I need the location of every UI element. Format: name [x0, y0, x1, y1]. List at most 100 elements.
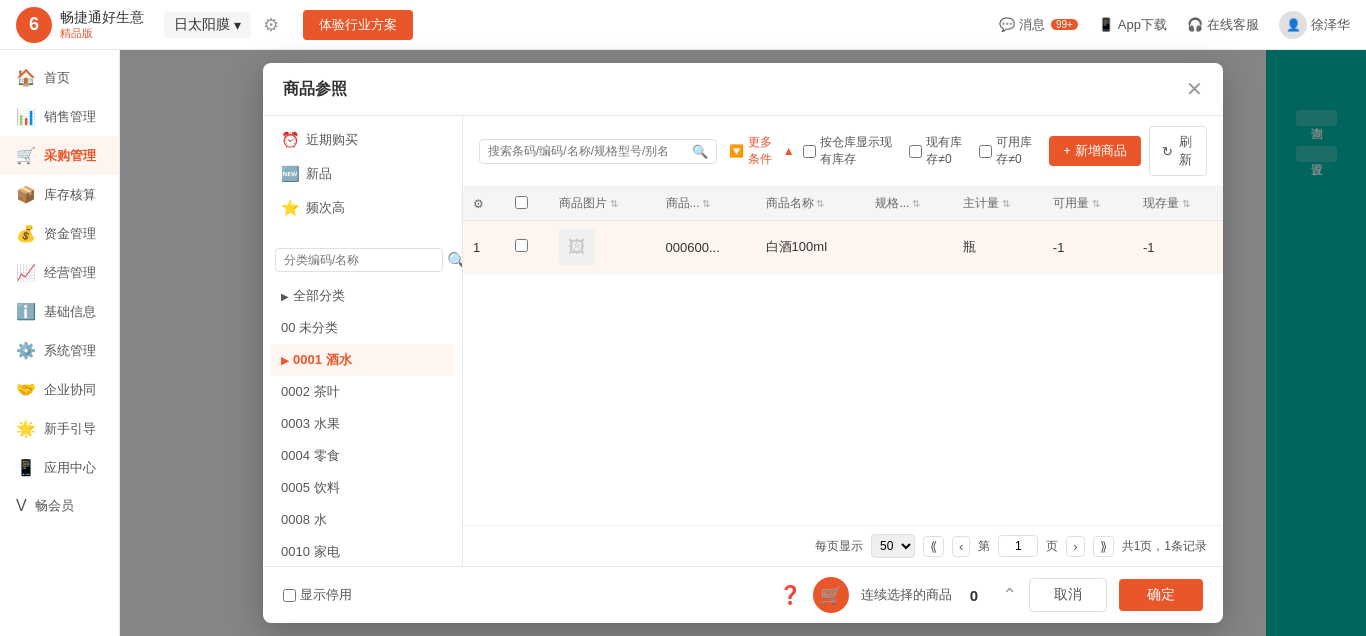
filter-icon: 🔽	[729, 144, 744, 158]
product-thumbnail: 🖼	[559, 229, 595, 265]
business-icon: 📈	[16, 263, 36, 282]
category-item-fruit[interactable]: 0003 水果	[271, 408, 454, 440]
confirm-btn[interactable]: 确定	[1119, 579, 1203, 611]
category-item-all[interactable]: ▶ 全部分类	[271, 280, 454, 312]
th-settings[interactable]: ⚙	[463, 187, 505, 221]
category-item-water[interactable]: 0008 水	[271, 504, 454, 536]
th-stock[interactable]: 现存量	[1133, 187, 1223, 221]
product-table-wrap: ⚙ 商品图片 商品... 商品名称 规格... 主计量 可用量 现存量	[463, 187, 1223, 525]
tab-recent-purchase[interactable]: ⏰ 近期购买	[271, 124, 454, 156]
basic-icon: ℹ️	[16, 302, 36, 321]
th-checkbox[interactable]	[505, 187, 550, 221]
sidebar-item-finance[interactable]: 💰 资金管理	[0, 214, 119, 253]
member-icon: V	[16, 497, 27, 515]
sidebar-item-guide[interactable]: 🌟 新手引导	[0, 409, 119, 448]
top-navbar: 6 畅捷通好生意 精品版 日太阳膜 ▾ ⚙ 体验行业方案 💬 消息 99+ 📱 …	[0, 0, 1366, 50]
category-item-tea[interactable]: 0002 茶叶	[271, 376, 454, 408]
category-item-snack[interactable]: 0004 零食	[271, 440, 454, 472]
category-search-input[interactable]	[275, 248, 443, 272]
sidebar-item-inventory[interactable]: 📦 库存核算	[0, 175, 119, 214]
content-area: 商品参照 ✕ ⏰ 近期购买 🆕	[120, 50, 1366, 636]
modal-body: ⏰ 近期购买 🆕 新品 ⭐ 频次高	[263, 116, 1223, 566]
checkbox-warehouse-stock[interactable]: 按仓库显示现有库存	[803, 134, 902, 168]
search-icon[interactable]: 🔍	[692, 144, 708, 159]
help-icon[interactable]: ❓	[779, 584, 801, 606]
checkbox-current-stock[interactable]: 现有库存≠0	[909, 134, 971, 168]
headset-icon: 🎧	[1187, 17, 1203, 32]
table-row[interactable]: 1 🖼 000600... 白酒100ml 瓶	[463, 221, 1223, 274]
sidebar-item-enterprise[interactable]: 🤝 企业协同	[0, 370, 119, 409]
product-search-box: 🔍	[479, 139, 717, 164]
purchase-icon: 🛒	[16, 146, 36, 165]
app-download-btn[interactable]: 📱 App下载	[1098, 16, 1167, 34]
sidebar-item-business[interactable]: 📈 经营管理	[0, 253, 119, 292]
th-unit[interactable]: 主计量	[953, 187, 1043, 221]
th-spec[interactable]: 规格...	[865, 187, 952, 221]
category-search-icon[interactable]: 🔍	[447, 251, 463, 270]
td-stock: -1	[1133, 221, 1223, 274]
last-page-btn[interactable]: ⟫	[1093, 536, 1114, 557]
prev-page-btn[interactable]: ‹	[952, 536, 970, 557]
per-page-select[interactable]: 50	[871, 534, 915, 558]
product-search-input[interactable]	[488, 144, 688, 158]
phone-icon: 📱	[1098, 17, 1114, 32]
category-item-uncategorized[interactable]: 00 未分类	[271, 312, 454, 344]
sidebar-item-home[interactable]: 🏠 首页	[0, 58, 119, 97]
cart-icon[interactable]: 🛒	[813, 577, 849, 613]
sidebar-item-basic[interactable]: ℹ️ 基础信息	[0, 292, 119, 331]
checkbox-available-stock[interactable]: 可用库存≠0	[979, 134, 1041, 168]
online-service-btn[interactable]: 🎧 在线客服	[1187, 16, 1259, 34]
trial-btn[interactable]: 体验行业方案	[303, 10, 413, 40]
th-name[interactable]: 商品名称	[756, 187, 866, 221]
logo-icon: 6	[16, 7, 52, 43]
sidebar-item-sales[interactable]: 📊 销售管理	[0, 97, 119, 136]
modal-header: 商品参照 ✕	[263, 63, 1223, 116]
apps-icon: 📱	[16, 458, 36, 477]
inventory-icon: 📦	[16, 185, 36, 204]
tab-new-products[interactable]: 🆕 新品	[271, 158, 454, 190]
next-page-btn[interactable]: ›	[1066, 536, 1084, 557]
star-icon: ⭐	[281, 199, 300, 217]
refresh-btn[interactable]: ↻ 刷新	[1149, 126, 1207, 176]
show-disabled-checkbox[interactable]: 显示停用	[283, 586, 352, 604]
td-checkbox[interactable]	[505, 221, 550, 274]
th-image[interactable]: 商品图片	[549, 187, 655, 221]
page-input[interactable]	[998, 535, 1038, 557]
product-table: ⚙ 商品图片 商品... 商品名称 规格... 主计量 可用量 现存量	[463, 187, 1223, 274]
th-available[interactable]: 可用量	[1043, 187, 1133, 221]
system-icon: ⚙️	[16, 341, 36, 360]
td-name: 白酒100ml	[756, 221, 866, 274]
guide-icon: 🌟	[16, 419, 36, 438]
td-image: 🖼	[549, 221, 655, 274]
pagination: 每页显示 50 ⟪ ‹ 第 页 › ⟫ 共1页，1条记录	[463, 525, 1223, 566]
sidebar: 🏠 首页 📊 销售管理 🛒 采购管理 📦 库存核算 💰 资金管理 📈 经营管理 …	[0, 50, 120, 636]
sidebar-item-apps[interactable]: 📱 应用中心	[0, 448, 119, 487]
quick-tabs: ⏰ 近期购买 🆕 新品 ⭐ 频次高	[263, 124, 462, 224]
first-page-btn[interactable]: ⟪	[923, 536, 944, 557]
category-item-beverage[interactable]: 0005 饮料	[271, 472, 454, 504]
category-item-appliance[interactable]: 0010 家电	[271, 536, 454, 566]
th-code[interactable]: 商品...	[656, 187, 756, 221]
collapse-icon[interactable]: ⌃	[1002, 584, 1017, 606]
more-filters-btn[interactable]: 🔽 更多条件 ▲	[729, 134, 795, 168]
category-item-liquor[interactable]: ▶ 0001 酒水	[271, 344, 454, 376]
main-layout: 🏠 首页 📊 销售管理 🛒 采购管理 📦 库存核算 💰 资金管理 📈 经营管理 …	[0, 50, 1366, 636]
sidebar-item-purchase[interactable]: 🛒 采购管理	[0, 136, 119, 175]
table-header-row: ⚙ 商品图片 商品... 商品名称 规格... 主计量 可用量 现存量	[463, 187, 1223, 221]
modal-right-panel: 🔍 🔽 更多条件 ▲ 按仓库显示现有库存	[463, 116, 1223, 566]
modal-footer: 显示停用 ❓ 🛒 连续选择的商品 0 ⌃ 取消 确定	[263, 566, 1223, 623]
sidebar-item-member[interactable]: V 畅会员	[0, 487, 119, 525]
settings-icon[interactable]: ⚙	[263, 14, 279, 36]
nav-right: 💬 消息 99+ 📱 App下载 🎧 在线客服 👤 徐泽华	[999, 11, 1350, 39]
modal-title: 商品参照	[283, 79, 347, 100]
tab-frequent[interactable]: ⭐ 频次高	[271, 192, 454, 224]
add-product-btn[interactable]: + 新增商品	[1049, 136, 1140, 166]
category-search-row: 🔍	[263, 240, 462, 280]
nav-store-select[interactable]: 日太阳膜 ▾	[164, 12, 251, 38]
modal-close-btn[interactable]: ✕	[1186, 77, 1203, 101]
cancel-btn[interactable]: 取消	[1029, 578, 1107, 612]
sidebar-item-system[interactable]: ⚙️ 系统管理	[0, 331, 119, 370]
arrow-icon: ▶	[281, 291, 289, 302]
user-menu[interactable]: 👤 徐泽华	[1279, 11, 1350, 39]
message-btn[interactable]: 💬 消息 99+	[999, 16, 1078, 34]
